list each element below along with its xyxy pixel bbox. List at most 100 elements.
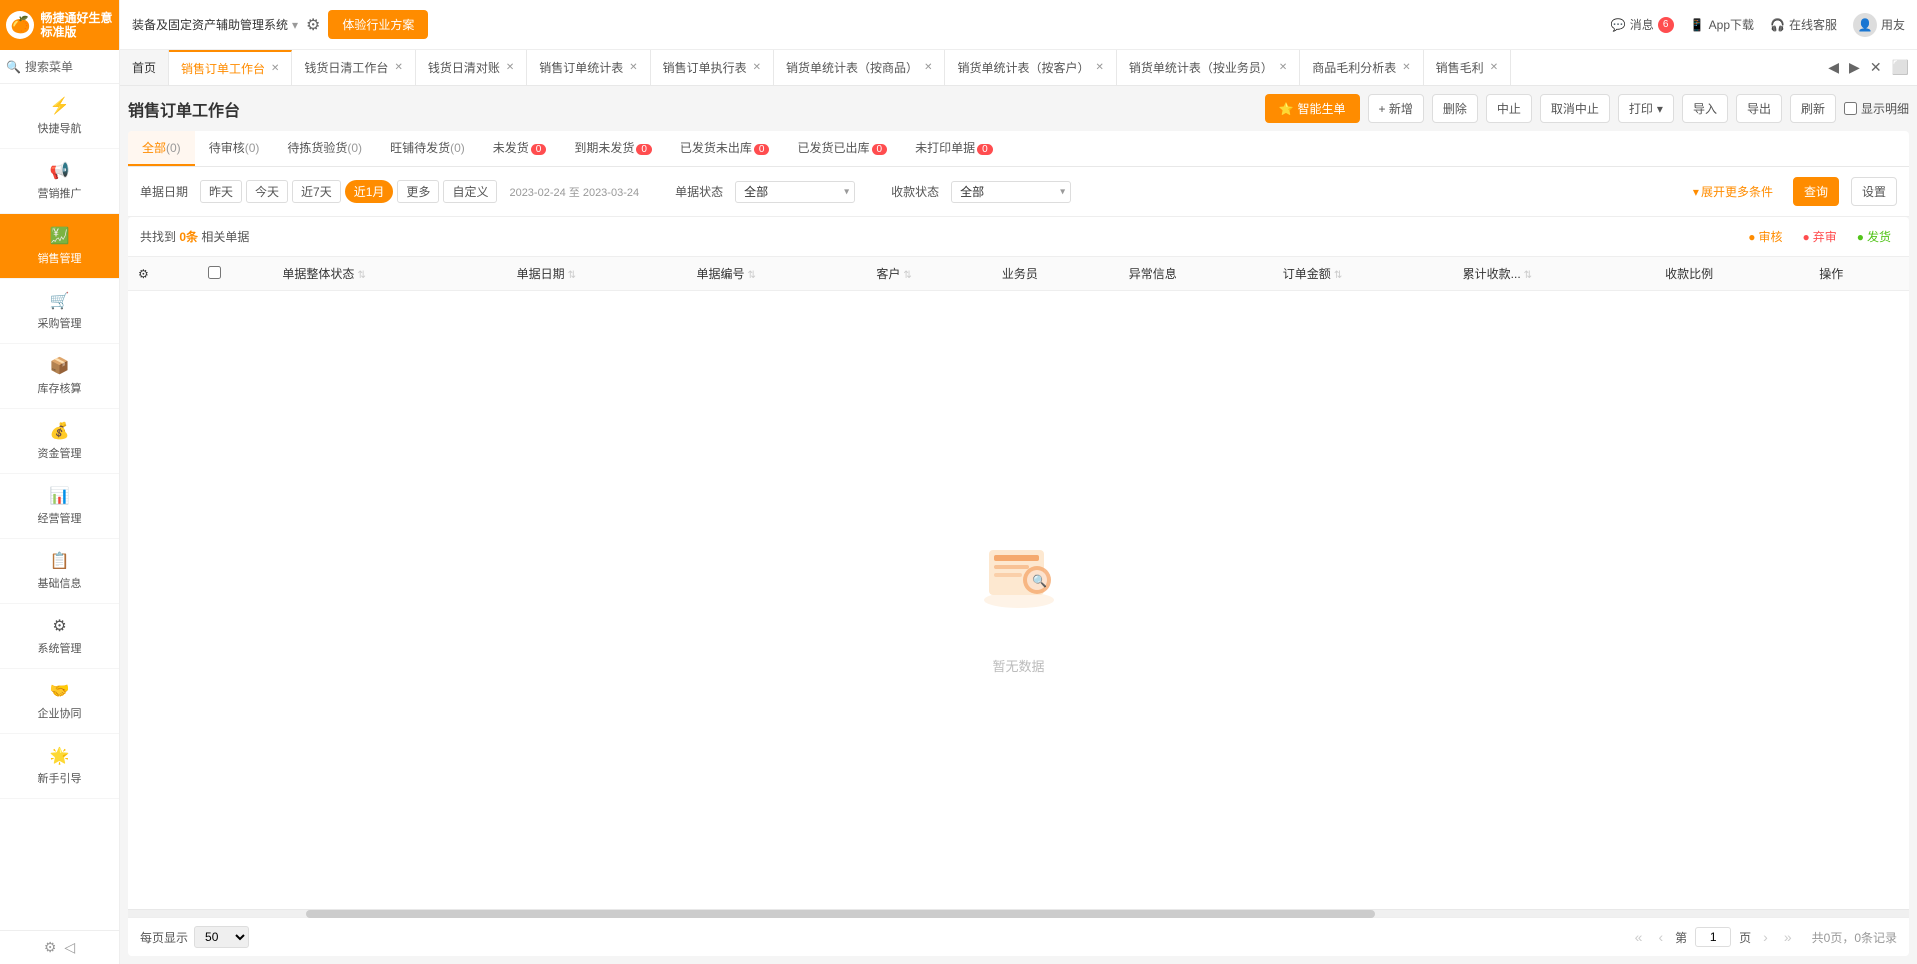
subtab-shipped-not-out[interactable]: 已发货未出库0 [666, 131, 784, 166]
expand-filter-button[interactable]: ▾ 展开更多条件 [1693, 183, 1773, 200]
sidebar-item-sales[interactable]: 💹 销售管理 [0, 214, 119, 279]
nav-label-purchase: 采购管理 [38, 315, 82, 331]
new-button[interactable]: + 新增 [1368, 94, 1424, 123]
next-page-button[interactable]: › [1759, 927, 1772, 947]
subtab-shipped-out[interactable]: 已发货已出库0 [783, 131, 901, 166]
show-detail-checkbox[interactable]: 显示明细 [1844, 100, 1909, 117]
col-header-date[interactable]: 单据日期⇅ [507, 257, 687, 291]
tab-sales-stats-product[interactable]: 销货单统计表（按商品）✕ [774, 50, 945, 86]
tab-close-sales-stats-product[interactable]: ✕ [924, 62, 932, 73]
prev-page-button[interactable]: ‹ [1654, 927, 1667, 947]
subtab-wangpu-pending[interactable]: 旺铺待发货(0) [376, 131, 479, 166]
sidebar-item-system[interactable]: ⚙ 系统管理 [0, 604, 119, 669]
sidebar-item-operations[interactable]: 📊 经营管理 [0, 474, 119, 539]
tab-sales-stats-customer[interactable]: 销货单统计表（按客户）✕ [945, 50, 1116, 86]
sort-icon: ⇅ [568, 270, 576, 281]
first-page-button[interactable]: « [1631, 927, 1647, 947]
user-menu-button[interactable]: 👤 用友 [1853, 13, 1905, 37]
print-button[interactable]: 打印 ▾ [1618, 94, 1674, 123]
reject-action-button[interactable]: ● 弃审 [1796, 225, 1842, 248]
tab-close-sales-order-workbench[interactable]: ✕ [271, 63, 279, 74]
col-header-status[interactable]: 单据整体状态⇅ [272, 257, 506, 291]
tab-close-sales-profit[interactable]: ✕ [1490, 62, 1498, 73]
tab-cash-daily[interactable]: 钱货日清工作台✕ [292, 50, 415, 86]
settings-bottom-icon[interactable]: ⚙ [44, 939, 57, 956]
col-header-collected[interactable]: 累计收款...⇅ [1453, 257, 1656, 291]
subtab-overdue-not-shipped[interactable]: 到期未发货0 [560, 131, 666, 166]
scrollbar-thumb[interactable] [306, 910, 1375, 918]
filter-date-btn-custom[interactable]: 自定义 [443, 180, 497, 203]
smart-gen-button[interactable]: ⭐ 智能生单 [1265, 94, 1360, 123]
refresh-button[interactable]: 刷新 [1790, 94, 1836, 123]
industry-solution-button[interactable]: 体验行业方案 [328, 10, 428, 39]
stop-button[interactable]: 中止 [1486, 94, 1532, 123]
tab-close-all-button[interactable]: ✕ [1866, 55, 1886, 80]
sidebar-search[interactable]: 🔍 搜索菜单 [0, 50, 119, 84]
filter-date-btn-today[interactable]: 今天 [246, 180, 288, 203]
filter-date-btn-yesterday[interactable]: 昨天 [200, 180, 242, 203]
delete-button[interactable]: 删除 [1432, 94, 1478, 123]
tab-maximize-button[interactable]: ⬜ [1888, 55, 1913, 80]
tab-close-sales-stats-staff[interactable]: ✕ [1279, 62, 1287, 73]
status-select[interactable]: 全部 待审核 已审核 [735, 181, 855, 203]
tab-sales-order-stats[interactable]: 销售订单统计表✕ [527, 50, 650, 86]
col-header-customer[interactable]: 客户⇅ [866, 257, 992, 291]
subtab-all[interactable]: 全部(0) [128, 131, 195, 166]
tab-close-sales-order-stats[interactable]: ✕ [629, 62, 637, 73]
sidebar-item-enterprise[interactable]: 🤝 企业协同 [0, 669, 119, 734]
ship-action-button[interactable]: ● 发货 [1851, 225, 1897, 248]
query-button[interactable]: 查询 [1793, 177, 1839, 206]
last-page-button[interactable]: » [1780, 927, 1796, 947]
sidebar-item-inventory[interactable]: 📦 库存核算 [0, 344, 119, 409]
topbar-settings-icon[interactable]: ⚙ [306, 15, 320, 35]
tab-sales-stats-staff[interactable]: 销货单统计表（按业务员）✕ [1117, 50, 1300, 86]
tab-close-cash-reconcile[interactable]: ✕ [506, 62, 514, 73]
tab-sales-order-workbench[interactable]: 销售订单工作台✕ [169, 50, 292, 86]
page-size-select[interactable]: 10 20 50 100 [194, 926, 249, 948]
collapse-icon[interactable]: ◁ [64, 939, 75, 956]
tab-close-sales-order-exec[interactable]: ✕ [753, 62, 761, 73]
sidebar-item-guide[interactable]: 🌟 新手引导 [0, 734, 119, 799]
ship-icon: ● [1857, 230, 1864, 244]
sidebar-item-basic-info[interactable]: 📋 基础信息 [0, 539, 119, 604]
tab-close-cash-daily[interactable]: ✕ [394, 62, 402, 73]
filter-date-btn-last7[interactable]: 近7天 [292, 180, 341, 203]
import-button[interactable]: 导入 [1682, 94, 1728, 123]
filter-date-btn-more[interactable]: 更多 [397, 180, 439, 203]
tab-sales-profit[interactable]: 销售毛利✕ [1424, 50, 1511, 86]
online-service-button[interactable]: 🎧 在线客服 [1770, 16, 1837, 33]
app-download-button[interactable]: 📱 App下载 [1690, 16, 1754, 33]
tab-scroll-left-button[interactable]: ◀ [1824, 55, 1843, 80]
review-action-button[interactable]: ● 审核 [1742, 225, 1788, 248]
payment-select[interactable]: 全部 已收款 未收款 [951, 181, 1071, 203]
sidebar-item-quick-nav[interactable]: ⚡ 快捷导航 [0, 84, 119, 149]
tab-home[interactable]: 首页 [120, 50, 169, 86]
horizontal-scrollbar[interactable] [128, 909, 1909, 917]
export-button[interactable]: 导出 [1736, 94, 1782, 123]
sidebar-item-finance[interactable]: 💰 资金管理 [0, 409, 119, 474]
subtab-not-shipped[interactable]: 未发货0 [479, 131, 561, 166]
subtab-not-printed[interactable]: 未打印单据0 [901, 131, 1007, 166]
tab-scroll-right-button[interactable]: ▶ [1845, 55, 1864, 80]
cancel-stop-button[interactable]: 取消中止 [1540, 94, 1610, 123]
show-detail-input[interactable] [1844, 102, 1857, 115]
tab-sales-order-exec[interactable]: 销售订单执行表✕ [651, 50, 774, 86]
sidebar-item-marketing[interactable]: 📢 营销推广 [0, 149, 119, 214]
message-button[interactable]: 💬 消息 6 [1611, 16, 1674, 33]
page-input[interactable] [1695, 927, 1731, 947]
message-icon: 💬 [1611, 18, 1626, 32]
tab-close-product-margin[interactable]: ✕ [1402, 62, 1410, 73]
sidebar-item-purchase[interactable]: 🛒 采购管理 [0, 279, 119, 344]
col-header-amount[interactable]: 订单金额⇅ [1273, 257, 1453, 291]
filter-date-btn-last1month[interactable]: 近1月 [345, 180, 394, 203]
setting-button[interactable]: 设置 [1851, 177, 1897, 206]
nav-icon-purchase: 🛒 [50, 291, 70, 311]
subtab-pending-review[interactable]: 待审核(0) [195, 131, 274, 166]
tab-product-margin[interactable]: 商品毛利分析表✕ [1300, 50, 1423, 86]
tab-close-sales-stats-customer[interactable]: ✕ [1095, 62, 1103, 73]
subtab-pending-check[interactable]: 待拣货验货(0) [273, 131, 376, 166]
tab-cash-reconcile[interactable]: 钱货日清对账✕ [416, 50, 527, 86]
select-all-checkbox[interactable] [208, 266, 221, 279]
settings-col-icon[interactable]: ⚙ [138, 267, 149, 281]
col-header-number[interactable]: 单据编号⇅ [687, 257, 867, 291]
